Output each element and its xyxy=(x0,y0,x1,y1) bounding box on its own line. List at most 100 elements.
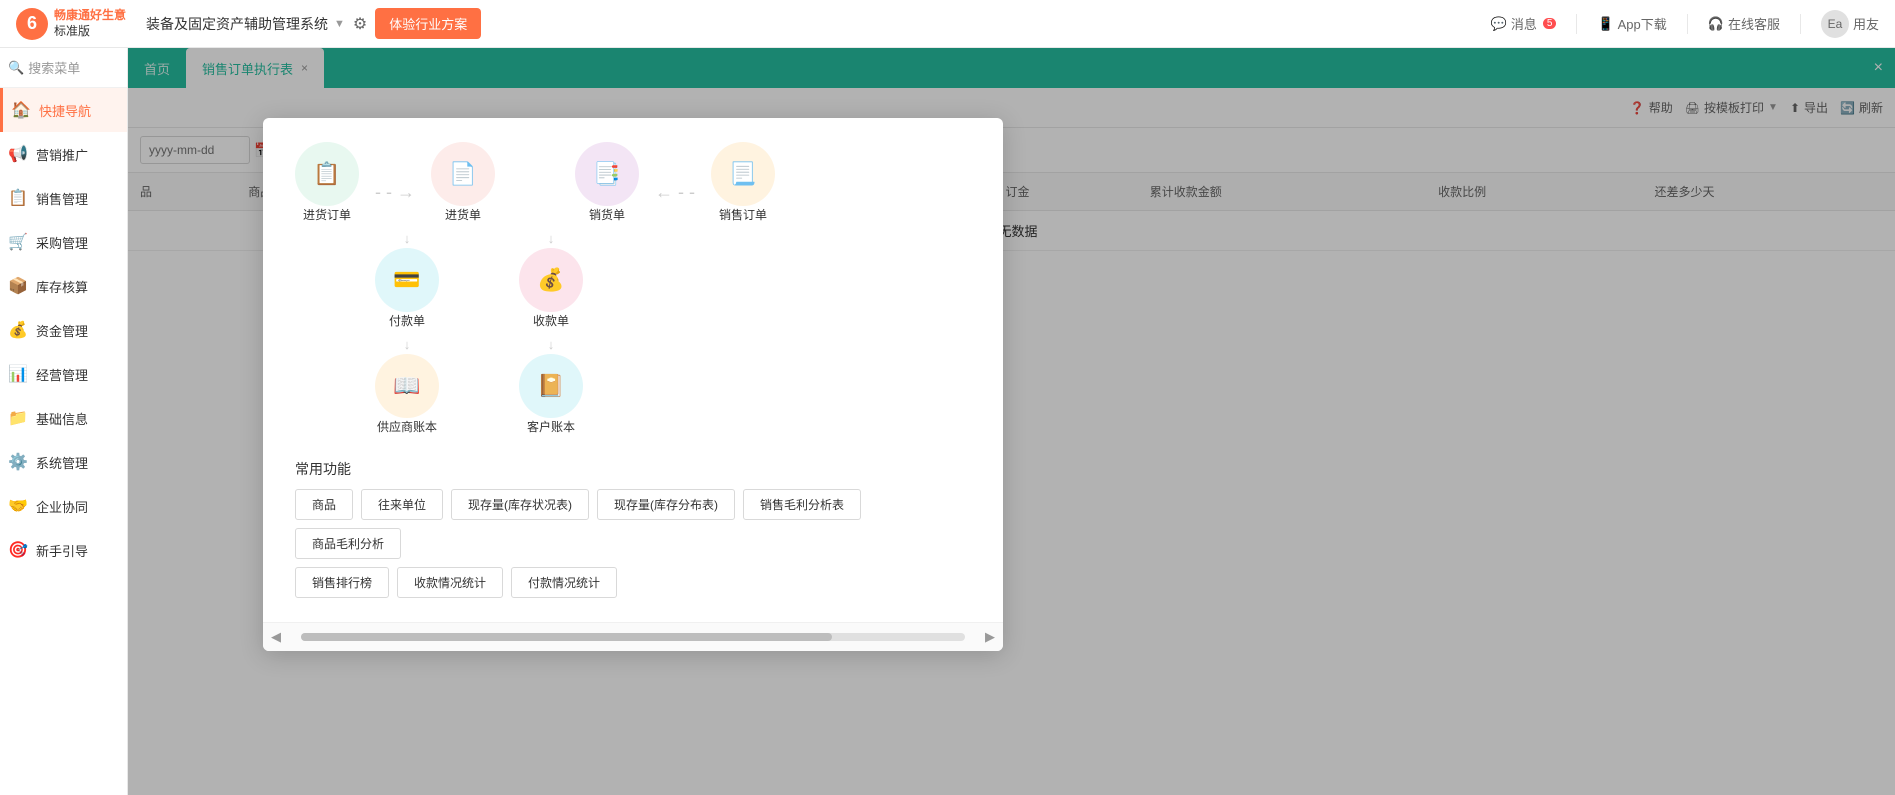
basic-info-icon: 📁 xyxy=(8,408,28,428)
sidebar-item-finance[interactable]: 💰 资金管理 xyxy=(0,308,127,352)
func-btn-sales-margin[interactable]: 销售毛利分析表 xyxy=(743,489,861,520)
dropdown-arrow-icon[interactable]: ▼ xyxy=(334,18,345,30)
arrow-down-purchase: ↓ xyxy=(375,231,439,246)
sidebar-item-label: 库存核算 xyxy=(36,277,88,296)
online-service-button[interactable]: 🎧 在线客服 xyxy=(1708,14,1780,33)
finance-icon: 💰 xyxy=(8,320,28,340)
top-bar-actions: 💬 消息 5 📱 App下载 🎧 在线客服 Ea 用友 xyxy=(1491,10,1879,38)
func-buttons-row1: 商品 往来单位 现存量(库存状况表) 现存量(库存分布表) 销售毛利分析表 商品… xyxy=(295,489,971,559)
main-area: 🔍 搜索菜单 🏠 快捷导航 📢 营销推广 📋 销售管理 🛒 采购管理 📦 xyxy=(0,48,1895,795)
flow-diagram: 📋 进货订单 - - → 📄 进货单 xyxy=(295,142,971,443)
flow-item-purchase-order: 📋 进货订单 xyxy=(295,142,359,223)
message-badge: 5 xyxy=(1543,18,1557,29)
flow-item-payment: 💳 付款单 xyxy=(375,248,439,329)
sidebar-item-label: 营销推广 xyxy=(36,145,88,164)
scrollbar-track[interactable] xyxy=(301,633,965,641)
scroll-left-arrow[interactable]: ◀ xyxy=(263,629,289,645)
sidebar-item-label: 资金管理 xyxy=(36,321,88,340)
experience-button[interactable]: 体验行业方案 xyxy=(375,8,481,39)
modal-overlay: 📋 进货订单 - - → 📄 进货单 xyxy=(128,48,1895,795)
func-btn-payment-stats[interactable]: 付款情况统计 xyxy=(511,567,617,598)
sidebar-item-collab[interactable]: 🤝 企业协同 xyxy=(0,484,127,528)
arrow-left-1: ← - - xyxy=(655,182,695,223)
sidebar-item-label: 采购管理 xyxy=(36,233,88,252)
payment-icon: 💳 xyxy=(375,248,439,312)
purchase-slip-icon: 📄 xyxy=(431,142,495,206)
search-menu-button[interactable]: 🔍 搜索菜单 xyxy=(0,48,127,88)
sidebar-item-purchase[interactable]: 🛒 采购管理 xyxy=(0,220,127,264)
flow-item-sales-order: 📃 销售订单 xyxy=(711,142,775,223)
sidebar-item-label: 新手引导 xyxy=(36,541,88,560)
flow-item-supplier-book: 📖 供应商账本 xyxy=(375,354,439,435)
sidebar-item-label: 系统管理 xyxy=(36,453,88,472)
func-btn-receipt-stats[interactable]: 收款情况统计 xyxy=(397,567,503,598)
func-btn-goods-margin[interactable]: 商品毛利分析 xyxy=(295,528,401,559)
func-btn-sales-rank[interactable]: 销售排行榜 xyxy=(295,567,389,598)
func-btn-stock-dist[interactable]: 现存量(库存分布表) xyxy=(597,489,735,520)
arrow-down-sales: ↓ xyxy=(519,231,583,246)
guide-icon: 🎯 xyxy=(8,540,28,560)
common-functions-section: 常用功能 商品 往来单位 现存量(库存状况表) 现存量(库存分布表) 销售毛利分… xyxy=(295,459,971,598)
operations-icon: 📊 xyxy=(8,364,28,384)
sidebar-item-system[interactable]: ⚙️ 系统管理 xyxy=(0,440,127,484)
sidebar-item-marketing[interactable]: 📢 营销推广 xyxy=(0,132,127,176)
customer-book-icon: 📔 xyxy=(519,354,583,418)
collab-icon: 🤝 xyxy=(8,496,28,516)
user-avatar: Ea xyxy=(1821,10,1849,38)
func-btn-stock-status[interactable]: 现存量(库存状况表) xyxy=(451,489,589,520)
system-icon: ⚙️ xyxy=(8,452,28,472)
flow-item-customer-book: 📔 客户账本 xyxy=(519,354,583,435)
sidebar-item-inventory[interactable]: 📦 库存核算 xyxy=(0,264,127,308)
modal-body: 📋 进货订单 - - → 📄 进货单 xyxy=(263,118,1003,622)
sidebar-item-sales[interactable]: 📋 销售管理 xyxy=(0,176,127,220)
purchase-icon: 🛒 xyxy=(8,232,28,252)
sidebar-item-label: 企业协同 xyxy=(36,497,88,516)
sidebar-item-label: 基础信息 xyxy=(36,409,88,428)
message-icon: 💬 xyxy=(1491,16,1507,32)
app-download-button[interactable]: 📱 App下载 xyxy=(1597,14,1666,33)
sidebar-item-guide[interactable]: 🎯 新手引导 xyxy=(0,528,127,572)
sidebar-item-quick-nav[interactable]: 🏠 快捷导航 xyxy=(0,88,127,132)
logo-icon: 6 xyxy=(16,8,48,40)
sidebar-item-label: 销售管理 xyxy=(36,189,88,208)
separator xyxy=(1576,14,1577,34)
logo-area: 6 畅康通好生意 标准版 xyxy=(16,8,126,40)
service-icon: 🎧 xyxy=(1708,16,1724,32)
top-bar: 6 畅康通好生意 标准版 装备及固定资产辅助管理系统 ▼ ⚙ 体验行业方案 💬 … xyxy=(0,0,1895,48)
func-btn-contacts[interactable]: 往来单位 xyxy=(361,489,443,520)
arrow-right-1: - - → xyxy=(375,182,415,223)
sales-slip-icon: 📑 xyxy=(575,142,639,206)
separator3 xyxy=(1800,14,1801,34)
user-profile-button[interactable]: Ea 用友 xyxy=(1821,10,1879,38)
search-icon: 🔍 xyxy=(8,60,24,76)
scroll-right-arrow[interactable]: ▶ xyxy=(977,629,1003,645)
arrow-down-payment: ↓ xyxy=(375,337,439,352)
arrow-down-receipt: ↓ xyxy=(519,337,583,352)
sidebar-item-basic-info[interactable]: 📁 基础信息 xyxy=(0,396,127,440)
modal-box: 📋 进货订单 - - → 📄 进货单 xyxy=(263,118,1003,651)
marketing-icon: 📢 xyxy=(8,144,28,164)
content-area: 首页 销售订单执行表 × × ❓ 帮助 🖨 按模板打印 ▼ xyxy=(128,48,1895,795)
inventory-icon: 📦 xyxy=(8,276,28,296)
message-button[interactable]: 💬 消息 5 xyxy=(1491,14,1557,33)
sidebar-item-label: 快捷导航 xyxy=(39,101,91,120)
receipt-icon: 💰 xyxy=(519,248,583,312)
flow-item-purchase-slip: 📄 进货单 xyxy=(431,142,495,223)
scrollbar-thumb xyxy=(301,633,832,641)
purchase-order-icon: 📋 xyxy=(295,142,359,206)
supplier-book-icon: 📖 xyxy=(375,354,439,418)
common-functions-title: 常用功能 xyxy=(295,459,971,479)
flow-item-sales-slip: 📑 销货单 xyxy=(575,142,639,223)
flow-item-receipt: 💰 收款单 xyxy=(519,248,583,329)
home-icon: 🏠 xyxy=(11,100,31,120)
separator2 xyxy=(1687,14,1688,34)
func-btn-goods[interactable]: 商品 xyxy=(295,489,353,520)
download-icon: 📱 xyxy=(1597,16,1613,32)
sidebar: 🔍 搜索菜单 🏠 快捷导航 📢 营销推广 📋 销售管理 🛒 采购管理 📦 xyxy=(0,48,128,795)
sidebar-item-label: 经营管理 xyxy=(36,365,88,384)
func-buttons-row2: 销售排行榜 收款情况统计 付款情况统计 xyxy=(295,567,971,598)
sidebar-item-operations[interactable]: 📊 经营管理 xyxy=(0,352,127,396)
gear-icon[interactable]: ⚙ xyxy=(353,14,367,34)
logo-text: 畅康通好生意 标准版 xyxy=(54,8,126,39)
system-title: 装备及固定资产辅助管理系统 xyxy=(146,14,328,34)
